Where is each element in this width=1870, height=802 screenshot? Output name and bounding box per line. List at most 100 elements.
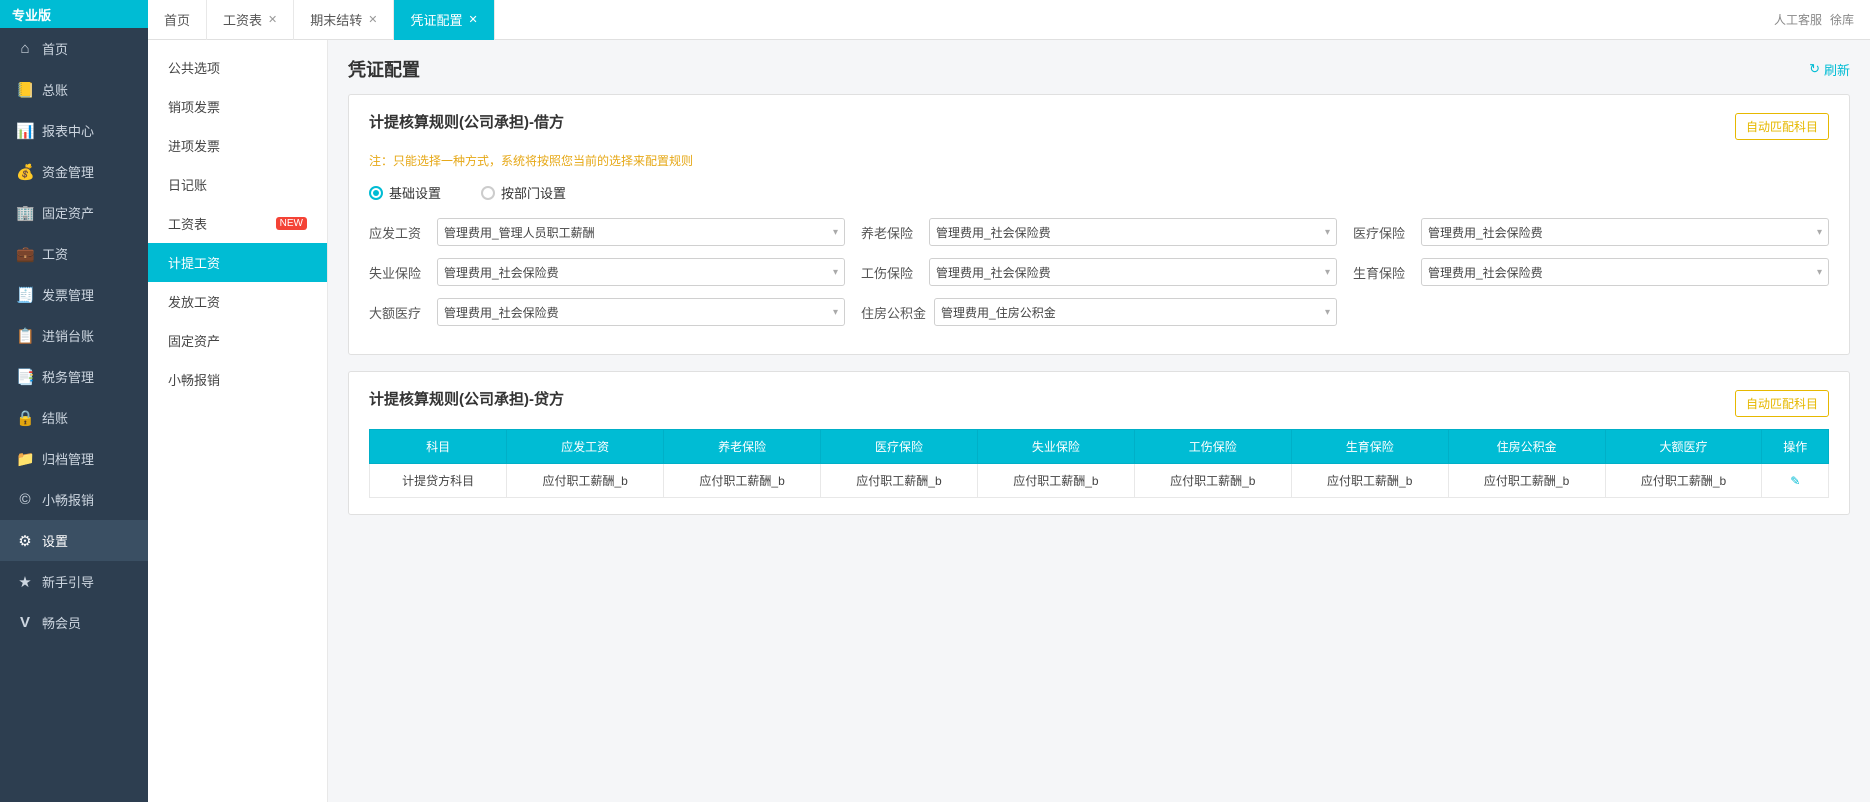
field-select-pension[interactable]: 管理费用_社会保险费 ▾ <box>929 218 1337 246</box>
cell-salary: 应付职工薪酬_b <box>507 464 664 498</box>
field-select-housing[interactable]: 管理费用_住房公积金 ▾ <box>934 298 1337 326</box>
left-nav-item-sales-invoice[interactable]: 销项发票 <box>148 87 327 126</box>
sidebar-item-label: 资金管理 <box>42 162 94 181</box>
left-nav-item-pay-salary[interactable]: 发放工资 <box>148 282 327 321</box>
main-area: 首页 工资表 ✕ 期末结转 ✕ 凭证配置 ✕ 人工客服 徐库 公共选项 销项发票 <box>148 0 1870 802</box>
debit-section-title: 计提核算规则(公司承担)-借方 <box>369 111 564 132</box>
field-select-medical[interactable]: 管理费用_社会保险费 ▾ <box>1421 218 1829 246</box>
left-nav-item-fixed-assets[interactable]: 固定资产 <box>148 321 327 360</box>
field-select-maternity[interactable]: 管理费用_社会保险费 ▾ <box>1421 258 1829 286</box>
left-nav-item-journal[interactable]: 日记账 <box>148 165 327 204</box>
field-salary: 应发工资 管理费用_管理人员职工薪酬 ▾ <box>369 218 845 246</box>
field-select-salary[interactable]: 管理费用_管理人员职工薪酬 ▾ <box>437 218 845 246</box>
tab-voucher-config-close[interactable]: ✕ <box>469 13 478 26</box>
cell-subject: 计提贷方科目 <box>370 464 507 498</box>
table-header-row: 科目 应发工资 养老保险 医疗保险 失业保险 工伤保险 生育保险 住房公积金 大… <box>370 430 1829 464</box>
sidebar-item-label: 发票管理 <box>42 285 94 304</box>
new-badge: NEW <box>276 217 307 230</box>
username: 徐库 <box>1830 11 1854 28</box>
cell-maternity: 应付职工薪酬_b <box>1291 464 1448 498</box>
sidebar-item-label: 固定资产 <box>42 203 94 222</box>
field-select-major-medical[interactable]: 管理费用_社会保险费 ▾ <box>437 298 845 326</box>
sidebar-item-guide[interactable]: ★ 新手引导 <box>0 561 148 602</box>
sidebar-item-report[interactable]: 📊 报表中心 <box>0 110 148 151</box>
cell-pension: 应付职工薪酬_b <box>664 464 821 498</box>
sidebar-item-label: 进销台账 <box>42 326 94 345</box>
sidebar-item-invoice[interactable]: 🧾 发票管理 <box>0 274 148 315</box>
sidebar-item-home[interactable]: ⌂ 首页 <box>0 28 148 69</box>
tab-period-close[interactable]: 期末结转 ✕ <box>294 0 394 40</box>
sidebar-item-close[interactable]: 🔒 结账 <box>0 397 148 438</box>
sidebar-item-expense[interactable]: © 小畅报销 <box>0 479 148 520</box>
page-title-bar: 凭证配置 ↻ 刷新 <box>348 56 1850 82</box>
ledger-icon: 📒 <box>16 81 34 99</box>
field-label-housing: 住房公积金 <box>861 303 926 322</box>
left-nav-item-payroll-table[interactable]: 工资表 NEW <box>148 204 327 243</box>
left-nav-item-public[interactable]: 公共选项 <box>148 48 327 87</box>
left-nav: 公共选项 销项发票 进项发票 日记账 工资表 NEW 计提工资 发放工资 固 <box>148 40 328 802</box>
guide-icon: ★ <box>16 573 34 591</box>
chevron-down-icon: ▾ <box>1325 267 1330 278</box>
col-salary: 应发工资 <box>507 430 664 464</box>
sidebar-item-label: 归档管理 <box>42 449 94 468</box>
tax-icon: 📑 <box>16 368 34 386</box>
radio-dept-label: 按部门设置 <box>501 183 566 202</box>
tab-period-close-close[interactable]: ✕ <box>368 13 377 26</box>
sidebar-item-assets[interactable]: 🏢 固定资产 <box>0 192 148 233</box>
member-icon: V <box>16 614 34 631</box>
field-row-1: 应发工资 管理费用_管理人员职工薪酬 ▾ 养老保险 管理费用_社会保险费 ▾ <box>369 218 1829 246</box>
chevron-down-icon: ▾ <box>833 267 838 278</box>
sidebar-item-ledger[interactable]: 📒 总账 <box>0 69 148 110</box>
customer-service[interactable]: 人工客服 <box>1774 11 1822 28</box>
cell-action[interactable]: ✎ <box>1762 464 1829 498</box>
col-injury: 工伤保险 <box>1134 430 1291 464</box>
sidebar-item-capital[interactable]: 💰 资金管理 <box>0 151 148 192</box>
radio-basic-circle <box>369 186 383 200</box>
page-content: 公共选项 销项发票 进项发票 日记账 工资表 NEW 计提工资 发放工资 固 <box>148 40 1870 802</box>
credit-table: 科目 应发工资 养老保险 医疗保险 失业保险 工伤保险 生育保险 住房公积金 大… <box>369 429 1829 498</box>
field-select-injury[interactable]: 管理费用_社会保险费 ▾ <box>929 258 1337 286</box>
field-label-unemployment: 失业保险 <box>369 263 429 282</box>
chevron-down-icon: ▾ <box>1325 227 1330 238</box>
expense-icon: © <box>16 491 34 508</box>
sidebar: 专业版 ⌂ 首页 📒 总账 📊 报表中心 💰 资金管理 🏢 固定资产 💼 工资 … <box>0 0 148 802</box>
chevron-down-icon: ▾ <box>1817 267 1822 278</box>
left-nav-item-calc-salary[interactable]: 计提工资 <box>148 243 327 282</box>
col-subject: 科目 <box>370 430 507 464</box>
tab-payroll-close[interactable]: ✕ <box>268 13 277 26</box>
sidebar-item-member[interactable]: V 畅会员 <box>0 602 148 643</box>
assets-icon: 🏢 <box>16 204 34 222</box>
cell-housing: 应付职工薪酬_b <box>1448 464 1605 498</box>
sidebar-item-label: 新手引导 <box>42 572 94 591</box>
sidebar-item-settings[interactable]: ⚙ 设置 <box>0 520 148 561</box>
field-select-unemployment[interactable]: 管理费用_社会保险费 ▾ <box>437 258 845 286</box>
col-pension: 养老保险 <box>664 430 821 464</box>
sidebar-item-archive[interactable]: 📁 归档管理 <box>0 438 148 479</box>
sidebar-item-label: 工资 <box>42 244 68 263</box>
sidebar-item-tax[interactable]: 📑 税务管理 <box>0 356 148 397</box>
col-action: 操作 <box>1762 430 1829 464</box>
radio-basic[interactable]: 基础设置 <box>369 183 441 202</box>
sidebar-item-stock[interactable]: 📋 进销台账 <box>0 315 148 356</box>
field-injury: 工伤保险 管理费用_社会保险费 ▾ <box>861 258 1337 286</box>
edit-icon[interactable]: ✎ <box>1790 474 1800 488</box>
tab-home[interactable]: 首页 <box>148 0 207 40</box>
invoice-icon: 🧾 <box>16 286 34 304</box>
table-row: 计提贷方科目 应付职工薪酬_b 应付职工薪酬_b 应付职工薪酬_b 应付职工薪酬… <box>370 464 1829 498</box>
left-nav-item-purchase-invoice[interactable]: 进项发票 <box>148 126 327 165</box>
refresh-button[interactable]: ↻ 刷新 <box>1809 60 1850 79</box>
credit-auto-match-button[interactable]: 自动匹配科目 <box>1735 390 1829 417</box>
radio-dept[interactable]: 按部门设置 <box>481 183 566 202</box>
left-nav-item-expense[interactable]: 小畅报销 <box>148 360 327 399</box>
chevron-down-icon: ▾ <box>1325 307 1330 318</box>
cell-major-medical: 应付职工薪酬_b <box>1605 464 1762 498</box>
sidebar-item-label: 首页 <box>42 39 68 58</box>
sidebar-item-salary[interactable]: 💼 工资 <box>0 233 148 274</box>
col-medical: 医疗保险 <box>821 430 978 464</box>
col-maternity: 生育保险 <box>1291 430 1448 464</box>
tab-voucher-config[interactable]: 凭证配置 ✕ <box>394 0 494 40</box>
debit-auto-match-button[interactable]: 自动匹配科目 <box>1735 113 1829 140</box>
tab-payroll[interactable]: 工资表 ✕ <box>207 0 294 40</box>
credit-section-title: 计提核算规则(公司承担)-贷方 <box>369 388 564 409</box>
tab-payroll-label: 工资表 <box>223 10 262 29</box>
